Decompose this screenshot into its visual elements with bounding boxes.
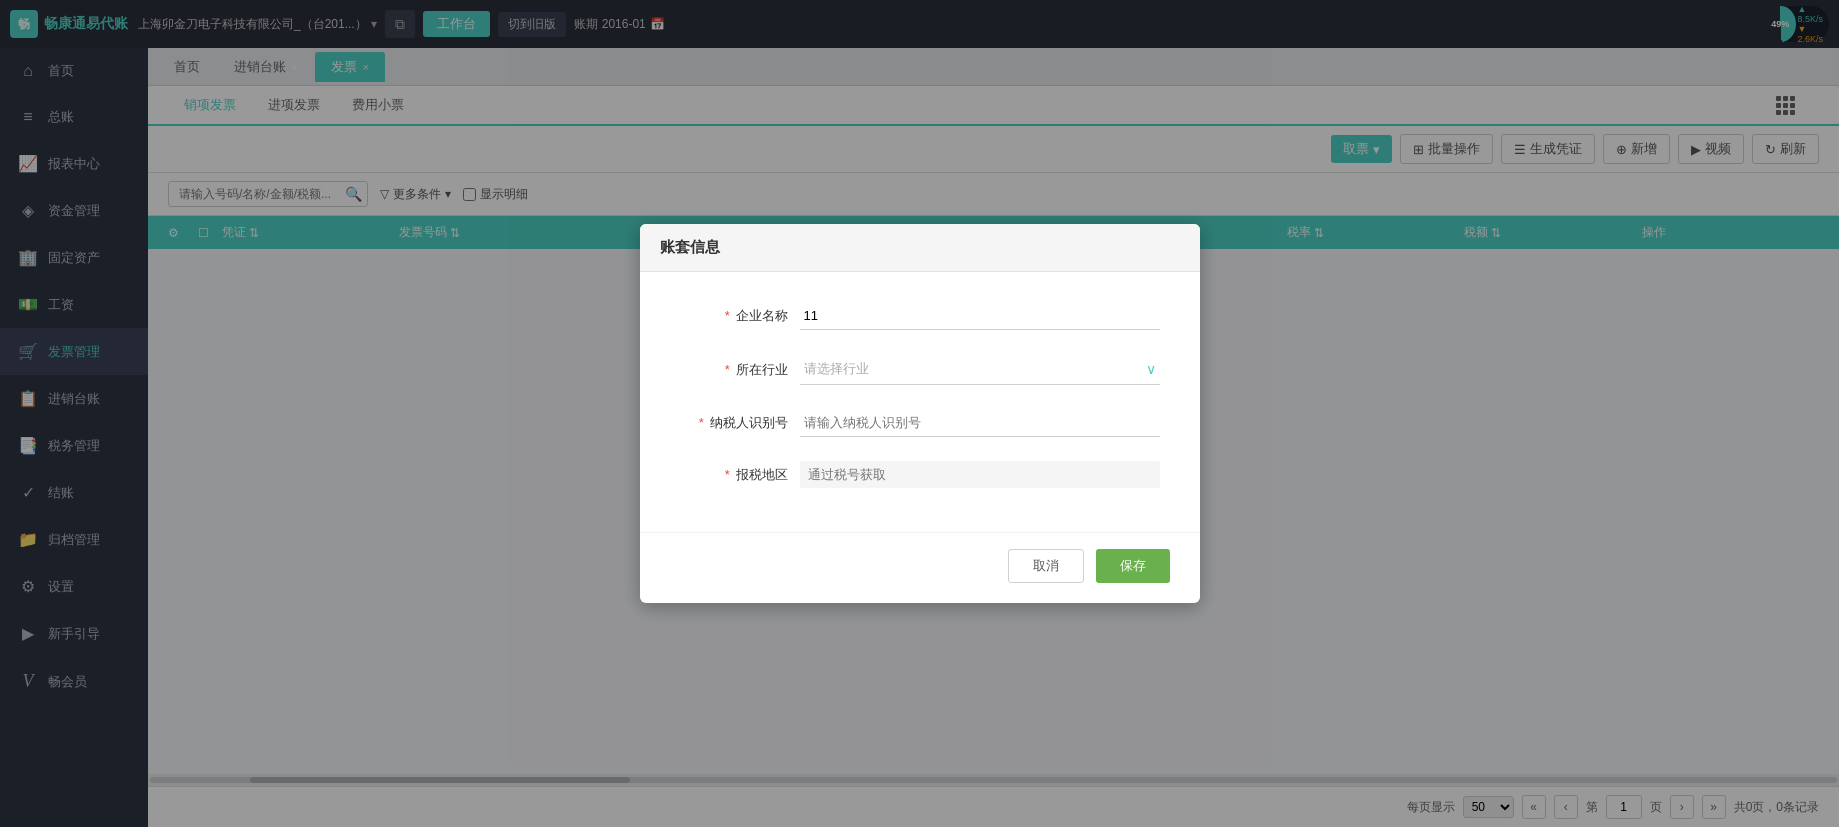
save-button[interactable]: 保存 — [1096, 549, 1170, 583]
industry-placeholder: 请选择行业 — [804, 360, 1146, 378]
industry-select[interactable]: 请选择行业 ∨ — [800, 354, 1160, 385]
modal-body: * 企业名称 * 所在行业 请选择行业 ∨ * — [640, 272, 1200, 532]
cancel-button[interactable]: 取消 — [1008, 549, 1084, 583]
tax-id-row: * 纳税人识别号 — [680, 409, 1160, 437]
tax-id-label: * 纳税人识别号 — [680, 414, 800, 432]
company-name-input[interactable] — [800, 302, 1160, 330]
tax-region-input — [800, 461, 1160, 488]
modal-overlay: 账套信息 * 企业名称 * 所在行业 请选择行业 ∨ — [0, 0, 1839, 827]
required-star-4: * — [725, 467, 730, 482]
tax-region-row: * 报税地区 — [680, 461, 1160, 488]
company-name-label: * 企业名称 — [680, 307, 800, 325]
modal-footer: 取消 保存 — [640, 532, 1200, 603]
required-star-3: * — [699, 415, 704, 430]
modal-title: 账套信息 — [640, 224, 1200, 272]
industry-row: * 所在行业 请选择行业 ∨ — [680, 354, 1160, 385]
tax-id-input[interactable] — [800, 409, 1160, 437]
account-info-modal: 账套信息 * 企业名称 * 所在行业 请选择行业 ∨ — [640, 224, 1200, 603]
industry-label: * 所在行业 — [680, 361, 800, 379]
required-star: * — [725, 308, 730, 323]
company-name-row: * 企业名称 — [680, 302, 1160, 330]
industry-dropdown-arrow: ∨ — [1146, 361, 1156, 377]
tax-region-label: * 报税地区 — [680, 466, 800, 484]
required-star-2: * — [725, 362, 730, 377]
